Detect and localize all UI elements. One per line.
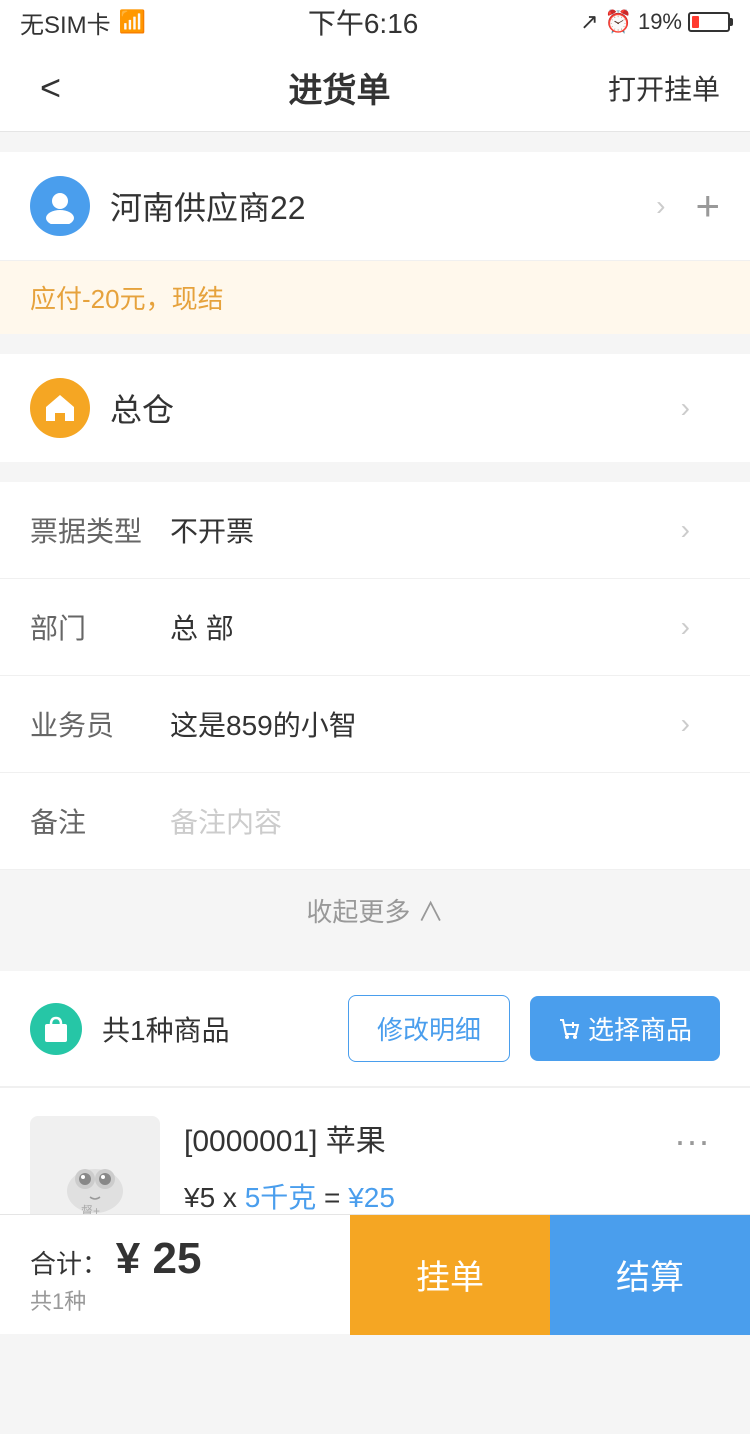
form-section: 票据类型 不开票 › 部门 总 部 › 业务员 这是859的小智 › 备注 备注…	[0, 482, 750, 870]
department-row[interactable]: 部门 总 部 ›	[0, 579, 750, 676]
edit-detail-button[interactable]: 修改明细	[348, 995, 510, 1062]
location-icon: ↗	[580, 9, 598, 35]
page-title: 进货单	[289, 63, 391, 112]
salesperson-label: 业务员	[30, 704, 170, 744]
product-code: [0000001]	[184, 1125, 326, 1158]
chevron-right-icon: ›	[656, 190, 665, 222]
salesperson-row[interactable]: 业务员 这是859的小智 ›	[0, 676, 750, 773]
product-more-button[interactable]: ···	[664, 1116, 720, 1166]
total-price: ¥25	[348, 1182, 395, 1213]
add-supplier-button[interactable]: +	[695, 185, 720, 227]
nav-bar: < 进货单 打开挂单	[0, 44, 750, 132]
warehouse-section: 总仓 ›	[0, 354, 750, 462]
salesperson-value: 这是859的小智	[170, 704, 681, 744]
divider-1	[0, 132, 750, 152]
bag-icon	[41, 1014, 71, 1044]
department-value: 总 部	[170, 607, 681, 647]
invoice-value: 不开票	[170, 510, 681, 550]
invoice-chevron-icon: ›	[681, 514, 690, 546]
products-icon	[30, 1003, 82, 1055]
house-icon	[43, 391, 77, 425]
person-icon	[42, 188, 78, 224]
product-name-text: 苹果	[326, 1125, 386, 1158]
collapse-button[interactable]: 收起更多 ∧	[0, 870, 750, 951]
battery-icon	[688, 12, 730, 32]
notice-bar: 应付-20元，现结	[0, 261, 750, 334]
department-label: 部门	[30, 607, 170, 647]
total-amount: ¥ 25	[116, 1234, 202, 1283]
products-header: 共1种商品 修改明细 选择商品	[0, 971, 750, 1087]
collapse-label: 收起更多 ∧	[306, 897, 443, 927]
checkout-button[interactable]: 结算	[550, 1215, 750, 1335]
invoice-row[interactable]: 票据类型 不开票 ›	[0, 482, 750, 579]
status-right: ↗ ⏰ 19%	[580, 9, 730, 35]
cart-icon	[558, 1018, 580, 1040]
warehouse-row[interactable]: 总仓 ›	[0, 354, 750, 462]
status-left: 无SIM卡 📶	[20, 5, 146, 40]
battery-percent: 19%	[638, 9, 682, 35]
total-area: 合计： ¥ 25 共1种	[0, 1234, 350, 1316]
hang-label: 挂单	[416, 1250, 484, 1299]
divider-3	[0, 462, 750, 482]
total-count: 共1种	[30, 1284, 320, 1316]
divider-2	[0, 334, 750, 354]
back-button[interactable]: <	[30, 57, 71, 119]
checkout-label: 结算	[616, 1250, 684, 1299]
bottom-bar: 合计： ¥ 25 共1种 挂单 结算	[0, 1214, 750, 1334]
battery-fill	[692, 16, 699, 28]
status-time: 下午6:16	[308, 2, 419, 42]
alarm-icon: ⏰	[605, 9, 632, 35]
notice-text: 应付-20元，现结	[30, 284, 224, 314]
supplier-section: 河南供应商22 › + 应付-20元，现结	[0, 152, 750, 334]
warehouse-name: 总仓	[110, 385, 681, 431]
product-price: ¥5 x 5千克 = ¥25	[184, 1176, 640, 1216]
remark-row[interactable]: 备注 备注内容	[0, 773, 750, 870]
remark-label: 备注	[30, 801, 170, 841]
product-info: [0000001] 苹果 ¥5 x 5千克 = ¥25	[184, 1116, 640, 1216]
wifi-icon: 📶	[119, 9, 146, 35]
supplier-row[interactable]: 河南供应商22 › +	[0, 152, 750, 261]
salesperson-chevron-icon: ›	[681, 708, 690, 740]
hang-button[interactable]: 挂单	[350, 1215, 550, 1335]
divider-4	[0, 951, 750, 971]
status-bar: 无SIM卡 📶 下午6:16 ↗ ⏰ 19%	[0, 0, 750, 44]
product-name: [0000001] 苹果	[184, 1116, 640, 1160]
carrier-text: 无SIM卡	[20, 5, 111, 40]
total-label: 合计：	[30, 1249, 108, 1279]
products-count: 共1种商品	[102, 1009, 328, 1049]
invoice-label: 票据类型	[30, 510, 170, 550]
warehouse-chevron-icon: ›	[681, 392, 690, 424]
warehouse-icon	[30, 378, 90, 438]
supplier-name: 河南供应商22	[110, 183, 656, 229]
select-product-label: 选择商品	[588, 1010, 692, 1047]
equals: =	[316, 1182, 348, 1213]
supplier-avatar	[30, 176, 90, 236]
department-chevron-icon: ›	[681, 611, 690, 643]
open-hang-button[interactable]: 打开挂单	[608, 68, 720, 108]
select-product-button[interactable]: 选择商品	[530, 996, 720, 1061]
owl-logo: 督+	[55, 1141, 135, 1221]
total-row: 合计： ¥ 25	[30, 1234, 320, 1284]
quantity: 5千克	[245, 1182, 317, 1213]
remark-input[interactable]: 备注内容	[170, 801, 720, 841]
unit-price: ¥5 x	[184, 1182, 245, 1213]
